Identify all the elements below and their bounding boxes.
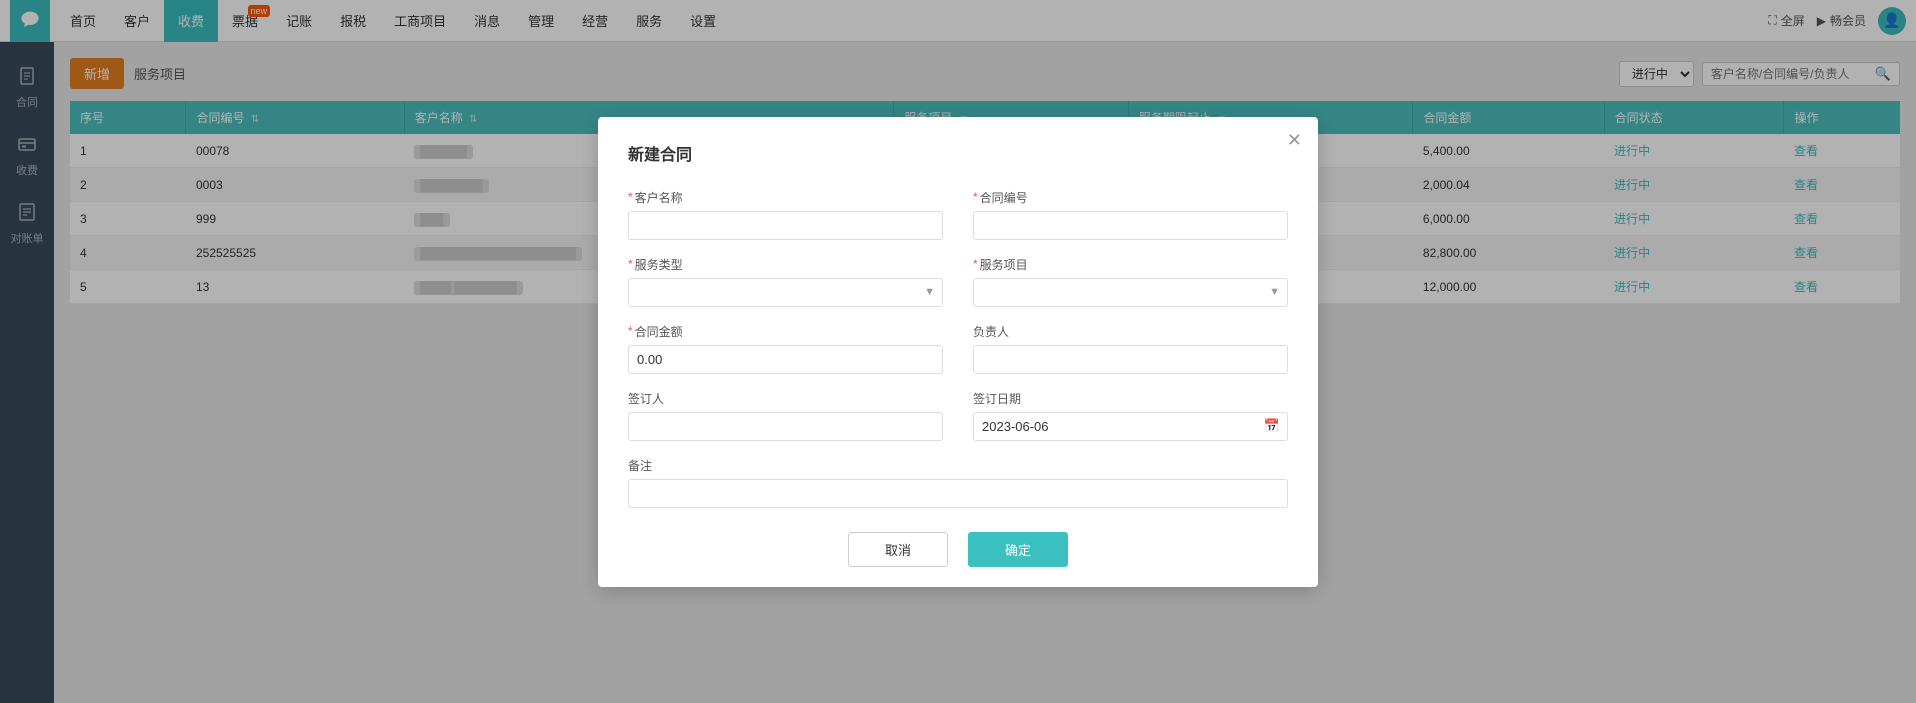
confirm-button[interactable]: 确定 xyxy=(968,532,1068,567)
client-name-input[interactable] xyxy=(628,211,943,240)
contract-no-label: * 合同编号 xyxy=(973,189,1288,206)
field-remark: 备注 xyxy=(628,457,1288,508)
signer-label: 签订人 xyxy=(628,390,943,407)
modal-overlay[interactable]: ✕ 新建合同 * 客户名称 * 合同编号 * xyxy=(0,0,1916,703)
field-client-name: * 客户名称 xyxy=(628,189,943,240)
service-type-label: * 服务类型 xyxy=(628,256,943,273)
modal-footer: 取消 确定 xyxy=(628,532,1288,567)
field-amount: * 合同金额 xyxy=(628,323,943,374)
service-type-select-wrap: ▼ xyxy=(628,278,943,307)
service-item-label: * 服务项目 xyxy=(973,256,1288,273)
field-contract-no: * 合同编号 xyxy=(973,189,1288,240)
field-service-item: * 服务项目 ▼ xyxy=(973,256,1288,307)
sign-date-label: 签订日期 xyxy=(973,390,1288,407)
modal-close-button[interactable]: ✕ xyxy=(1287,131,1302,149)
cancel-button[interactable]: 取消 xyxy=(848,532,948,567)
calendar-icon[interactable]: 📅 xyxy=(1264,418,1280,434)
amount-input[interactable] xyxy=(628,345,943,374)
modal-title: 新建合同 xyxy=(628,141,1288,165)
new-contract-modal: ✕ 新建合同 * 客户名称 * 合同编号 * xyxy=(598,117,1318,587)
amount-label: * 合同金额 xyxy=(628,323,943,340)
form-grid: * 客户名称 * 合同编号 * 服务类型 xyxy=(628,189,1288,508)
owner-input[interactable] xyxy=(973,345,1288,374)
service-item-select-wrap: ▼ xyxy=(973,278,1288,307)
remark-label: 备注 xyxy=(628,457,1288,474)
sign-date-input[interactable] xyxy=(973,412,1288,441)
field-service-type: * 服务类型 ▼ xyxy=(628,256,943,307)
service-item-input[interactable] xyxy=(973,278,1288,307)
field-sign-date: 签订日期 📅 xyxy=(973,390,1288,441)
client-name-label: * 客户名称 xyxy=(628,189,943,206)
contract-no-input[interactable] xyxy=(973,211,1288,240)
service-type-input[interactable] xyxy=(628,278,943,307)
signer-input[interactable] xyxy=(628,412,943,441)
sign-date-wrap: 📅 xyxy=(973,412,1288,441)
field-signer: 签订人 xyxy=(628,390,943,441)
field-owner: 负责人 xyxy=(973,323,1288,374)
remark-input[interactable] xyxy=(628,479,1288,508)
owner-label: 负责人 xyxy=(973,323,1288,340)
